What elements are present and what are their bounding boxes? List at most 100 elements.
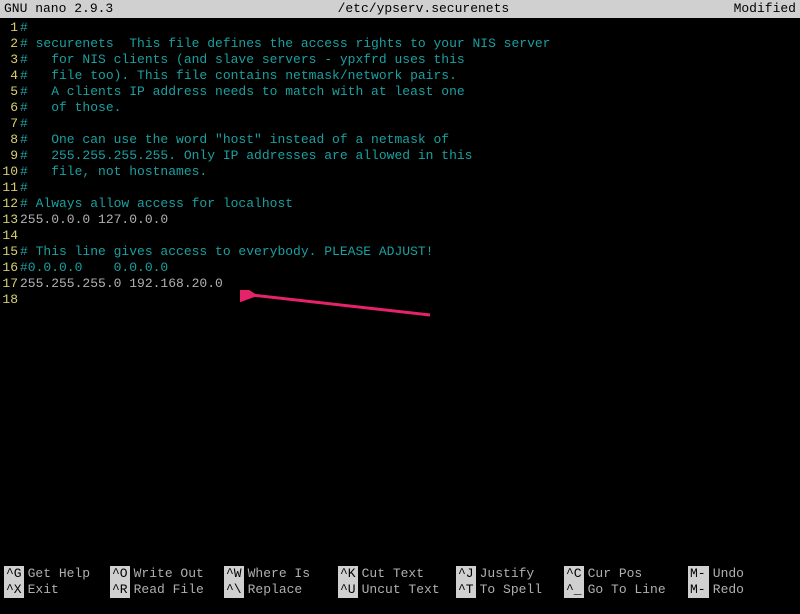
shortcut-label: Get Help [28,566,90,582]
shortcut-key: ^R [110,582,130,598]
editor-line[interactable]: 9# 255.255.255.255. Only IP addresses ar… [0,148,800,164]
shortcut-key: ^U [338,582,358,598]
editor-line[interactable]: 8# One can use the word "host" instead o… [0,132,800,148]
line-number: 4 [0,68,20,84]
shortcut-key: M-U [688,566,709,582]
line-text[interactable]: # [20,116,800,132]
shortcut-key: ^K [338,566,358,582]
shortcut-label: Read File [134,582,204,598]
shortcut-label: Go To Line [588,582,666,598]
line-number: 11 [0,180,20,196]
shortcut[interactable]: M-UUndo [688,566,744,582]
editor-line[interactable]: 7# [0,116,800,132]
line-number: 3 [0,52,20,68]
shortcut[interactable]: ^GGet Help [4,566,104,582]
line-number: 12 [0,196,20,212]
shortcut[interactable]: ^_Go To Line [564,582,682,598]
shortcut-label: Justify [480,566,535,582]
shortcut-label: Replace [248,582,303,598]
shortcut-label: Redo [713,582,744,598]
shortcut-label: Cut Text [362,566,424,582]
shortcut-key: ^C [564,566,584,582]
file-path: /etc/ypserv.securenets [113,0,733,18]
shortcut-label: Exit [28,582,59,598]
line-text[interactable]: # [20,20,800,36]
shortcut[interactable]: ^KCut Text [338,566,450,582]
editor-line[interactable]: 4# file too). This file contains netmask… [0,68,800,84]
line-text[interactable]: # file, not hostnames. [20,164,800,180]
editor-line[interactable]: 6# of those. [0,100,800,116]
shortcut[interactable]: ^OWrite Out [110,566,218,582]
shortcut[interactable]: ^JJustify [456,566,558,582]
line-text[interactable]: # file too). This file contains netmask/… [20,68,800,84]
shortcut[interactable]: ^XExit [4,582,104,598]
app-version: GNU nano 2.9.3 [4,0,113,18]
line-number: 10 [0,164,20,180]
shortcut-key: ^\ [224,582,244,598]
line-text[interactable]: # One can use the word "host" instead of… [20,132,800,148]
editor-line[interactable]: 14 [0,228,800,244]
line-text[interactable]: # 255.255.255.255. Only IP addresses are… [20,148,800,164]
shortcut-label: Write Out [134,566,204,582]
line-number: 5 [0,84,20,100]
shortcut-key: ^W [224,566,244,582]
line-number: 1 [0,20,20,36]
line-number: 2 [0,36,20,52]
shortcut[interactable]: M-ERedo [688,582,744,598]
shortcut[interactable]: ^WWhere Is [224,566,332,582]
editor-line[interactable]: 17255.255.255.0 192.168.20.0 [0,276,800,292]
shortcut-label: Uncut Text [362,582,440,598]
shortcut-key: ^G [4,566,24,582]
shortcut-bar: ^GGet Help ^OWrite Out ^WWhere Is ^KCut Tex… [0,566,800,598]
modified-status: Modified [734,0,796,18]
shortcut-key: ^T [456,582,476,598]
shortcut[interactable]: ^RRead File [110,582,218,598]
shortcut-label: Cur Pos [588,566,643,582]
editor-line[interactable]: 10# file, not hostnames. [0,164,800,180]
shortcut[interactable]: ^TTo Spell [456,582,558,598]
line-number: 6 [0,100,20,116]
line-text[interactable]: 255.255.255.0 192.168.20.0 [20,276,800,292]
line-number: 14 [0,228,20,244]
editor-line[interactable]: 5# A clients IP address needs to match w… [0,84,800,100]
shortcut-label: Where Is [248,566,310,582]
line-text[interactable]: # securenets This file defines the acces… [20,36,800,52]
editor-line[interactable]: 3# for NIS clients (and slave servers - … [0,52,800,68]
line-number: 9 [0,148,20,164]
editor-line[interactable]: 2# securenets This file defines the acce… [0,36,800,52]
line-text[interactable]: #0.0.0.0 0.0.0.0 [20,260,800,276]
line-text[interactable]: 255.0.0.0 127.0.0.0 [20,212,800,228]
title-bar: GNU nano 2.9.3 /etc/ypserv.securenets Mo… [0,0,800,18]
shortcut[interactable]: ^\Replace [224,582,332,598]
shortcut-key: ^O [110,566,130,582]
editor-line[interactable]: 13255.0.0.0 127.0.0.0 [0,212,800,228]
editor-line[interactable]: 16#0.0.0.0 0.0.0.0 [0,260,800,276]
line-text[interactable]: # A clients IP address needs to match wi… [20,84,800,100]
line-text[interactable] [20,292,800,308]
line-number: 13 [0,212,20,228]
shortcut[interactable]: ^UUncut Text [338,582,450,598]
shortcut-label: To Spell [480,582,542,598]
editor-line[interactable]: 12# Always allow access for localhost [0,196,800,212]
line-text[interactable]: # for NIS clients (and slave servers - y… [20,52,800,68]
editor-line[interactable]: 18 [0,292,800,308]
editor-area[interactable]: 1#2# securenets This file defines the ac… [0,18,800,308]
line-text[interactable]: # of those. [20,100,800,116]
line-text[interactable]: # This line gives access to everybody. P… [20,244,800,260]
line-text[interactable]: # Always allow access for localhost [20,196,800,212]
shortcut-key: ^J [456,566,476,582]
line-text[interactable] [20,228,800,244]
editor-line[interactable]: 1# [0,20,800,36]
shortcut[interactable]: ^CCur Pos [564,566,682,582]
line-number: 15 [0,244,20,260]
line-number: 17 [0,276,20,292]
editor-line[interactable]: 11# [0,180,800,196]
line-number: 7 [0,116,20,132]
line-number: 8 [0,132,20,148]
line-text[interactable]: # [20,180,800,196]
shortcut-label: Undo [713,566,744,582]
shortcut-key: ^_ [564,582,584,598]
shortcut-key: ^X [4,582,24,598]
shortcut-key: M-E [688,582,709,598]
editor-line[interactable]: 15# This line gives access to everybody.… [0,244,800,260]
